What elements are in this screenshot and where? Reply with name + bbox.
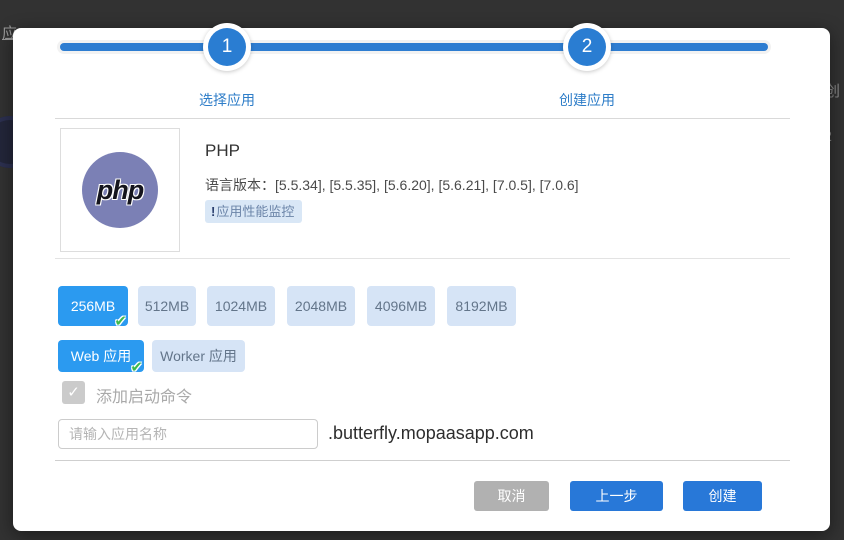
memory-option-label: 4096MB bbox=[374, 298, 428, 314]
domain-suffix-text: .butterfly.mopaasapp.com bbox=[328, 423, 534, 443]
cancel-button[interactable]: 取消 bbox=[474, 481, 549, 511]
php-logo-text: php bbox=[96, 174, 144, 205]
selected-check-icon: ✔ bbox=[114, 313, 127, 330]
stepper-step-2-number: 2 bbox=[568, 28, 606, 66]
selected-check-icon: ✔ bbox=[130, 359, 143, 376]
type-option-web[interactable]: Web 应用 ✔ bbox=[58, 340, 144, 376]
app-language-versions: 语言版本：[5.5.34], [5.5.35], [5.6.20], [5.6.… bbox=[205, 177, 579, 193]
memory-option-4096mb[interactable]: 4096MB bbox=[367, 286, 435, 326]
memory-option-label: 2048MB bbox=[294, 298, 348, 314]
previous-step-button[interactable]: 上一步 bbox=[570, 481, 663, 511]
stepper-step-1-label: 选择应用 bbox=[199, 92, 255, 108]
stepper-step-1-number: 1 bbox=[208, 28, 246, 66]
stepper-step-1[interactable]: 1 bbox=[203, 23, 251, 71]
app-logo-box: php bbox=[60, 128, 180, 252]
stepper-progress-bar bbox=[60, 43, 768, 51]
divider bbox=[55, 460, 790, 461]
memory-option-256mb[interactable]: 256MB ✔ bbox=[58, 286, 128, 330]
memory-option-1024mb[interactable]: 1024MB bbox=[207, 286, 275, 326]
memory-option-label: 512MB bbox=[144, 298, 190, 314]
exclamation-icon: ! bbox=[211, 204, 216, 219]
startup-command-label: 添加启动命令 bbox=[96, 389, 193, 406]
memory-option-label: 8192MB bbox=[455, 298, 508, 314]
startup-command-checkbox[interactable]: ✓ bbox=[62, 381, 85, 404]
create-button[interactable]: 创建 bbox=[683, 481, 762, 511]
memory-option-2048mb[interactable]: 2048MB bbox=[287, 286, 355, 326]
type-option-label: Worker 应用 bbox=[160, 348, 237, 364]
stepper-step-2[interactable]: 2 bbox=[563, 23, 611, 71]
divider bbox=[55, 258, 790, 259]
app-name-title: PHP bbox=[205, 141, 240, 160]
type-option-worker[interactable]: Worker 应用 bbox=[152, 340, 245, 372]
stepper-step-2-label: 创建应用 bbox=[559, 92, 615, 108]
memory-option-label: 256MB bbox=[70, 298, 116, 314]
php-logo-icon: php bbox=[82, 152, 158, 228]
create-app-dialog: 1 2 选择应用 创建应用 php PHP 语言版本：[5.5.34], [5.… bbox=[13, 23, 830, 531]
memory-option-512mb[interactable]: 512MB bbox=[138, 286, 196, 326]
app-name-input[interactable] bbox=[58, 419, 318, 449]
type-option-label: Web 应用 bbox=[70, 348, 132, 364]
memory-option-8192mb[interactable]: 8192MB bbox=[447, 286, 516, 326]
apm-badge-label: 应用性能监控 bbox=[216, 204, 295, 219]
memory-option-label: 1024MB bbox=[214, 298, 268, 314]
apm-badge[interactable]: !应用性能监控 bbox=[205, 200, 303, 223]
divider bbox=[55, 118, 790, 119]
